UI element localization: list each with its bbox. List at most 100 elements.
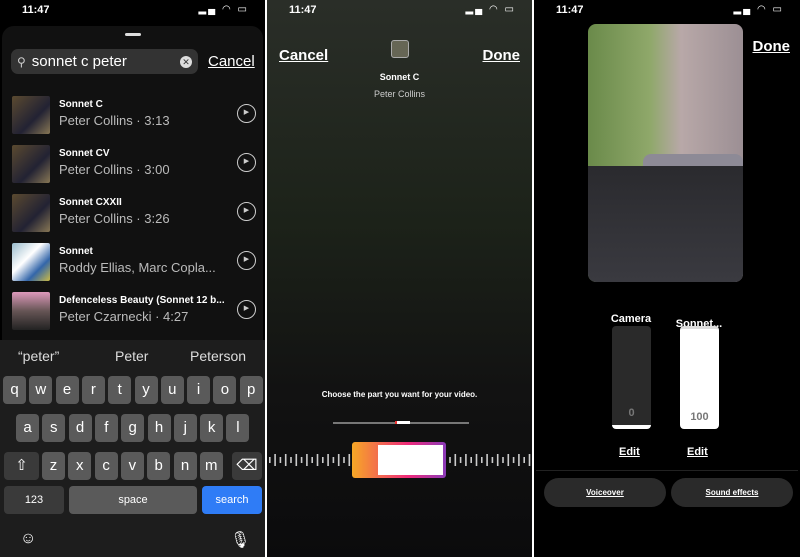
key-x[interactable]: x: [68, 452, 92, 480]
key-t[interactable]: t: [108, 376, 132, 404]
result-title: Defenceless Beauty (Sonnet 12 b...: [59, 295, 225, 306]
wave-bar: [327, 454, 329, 466]
status-icons: ▂▄ ◠ ▭: [733, 4, 784, 15]
wave-bar: [337, 454, 340, 466]
camera-volume-slider[interactable]: 0: [612, 326, 651, 429]
key-k[interactable]: k: [200, 414, 224, 442]
key-e[interactable]: e: [55, 376, 79, 404]
key-g[interactable]: g: [121, 414, 145, 442]
search-input[interactable]: ⚲ sonnet c peter ✕: [11, 49, 198, 74]
key-d[interactable]: d: [68, 414, 92, 442]
wave-bar: [306, 454, 308, 466]
search-result[interactable]: Sonnet CXXII Peter Collins · 3:26 ▶: [12, 194, 262, 234]
wave-bar: [465, 454, 467, 466]
wave-bar: [316, 454, 319, 466]
result-title: Sonnet CXXII: [59, 197, 122, 208]
play-icon[interactable]: ▶: [237, 153, 256, 172]
key-h[interactable]: h: [147, 414, 171, 442]
album-art: [12, 194, 50, 232]
voiceover-button[interactable]: Voiceover: [544, 478, 666, 507]
result-subtitle: Peter Czarnecki · 4:27: [59, 309, 189, 324]
play-icon[interactable]: ▶: [237, 104, 256, 123]
music-volume-slider[interactable]: 100: [680, 326, 719, 429]
keyboard: “peter” Peter Peterson qwertyuiop asdfghj…: [0, 340, 265, 557]
key-s[interactable]: s: [42, 414, 66, 442]
play-icon[interactable]: ▶: [237, 251, 256, 270]
done-button[interactable]: Done: [483, 47, 521, 64]
key-a[interactable]: a: [16, 414, 39, 442]
key-w[interactable]: w: [29, 376, 53, 404]
wave-bar: [343, 457, 345, 463]
key-y[interactable]: y: [134, 376, 158, 404]
album-art: [391, 40, 409, 58]
cancel-button[interactable]: Cancel: [279, 47, 328, 64]
wave-bar: [332, 457, 335, 463]
edit-camera-audio-button[interactable]: Edit: [619, 446, 640, 458]
position-indicator: [395, 421, 410, 424]
key-c[interactable]: c: [94, 452, 118, 480]
search-result[interactable]: Sonnet Roddy Ellias, Marc Copla... ▶: [12, 243, 262, 283]
divider: [536, 470, 798, 471]
song-artist: Peter Collins: [373, 89, 426, 99]
key-n[interactable]: n: [173, 452, 197, 480]
key-o[interactable]: o: [213, 376, 237, 404]
selection-handle[interactable]: [352, 442, 446, 478]
result-subtitle: Peter Collins · 3:00: [59, 162, 170, 177]
result-title: Sonnet: [59, 246, 93, 257]
backspace-key[interactable]: ⌫: [232, 452, 262, 480]
done-button[interactable]: Done: [753, 38, 791, 55]
microphone-icon[interactable]: 🎙: [230, 530, 250, 550]
search-result[interactable]: Sonnet C Peter Collins · 3:13 ▶: [12, 96, 262, 136]
key-u[interactable]: u: [160, 376, 184, 404]
wave-bar: [322, 457, 324, 463]
wave-bar: [518, 454, 520, 466]
song-position-bar[interactable]: [333, 421, 469, 424]
space-key[interactable]: space: [69, 486, 197, 514]
key-l[interactable]: l: [226, 414, 250, 442]
play-icon[interactable]: ▶: [237, 300, 256, 319]
key-f[interactable]: f: [94, 414, 118, 442]
wave-bar: [481, 457, 483, 463]
key-r[interactable]: r: [81, 376, 105, 404]
suggestion[interactable]: Peterson: [190, 348, 246, 364]
suggestion[interactable]: Peter: [115, 348, 148, 364]
trim-screen: 11:47 ▂▄ ◠ ▭ Cancel Done Sonnet C Peter …: [267, 0, 532, 557]
key-i[interactable]: i: [187, 376, 211, 404]
shift-key[interactable]: ⇧: [4, 452, 39, 480]
album-art: [12, 243, 50, 281]
key-m[interactable]: m: [199, 452, 223, 480]
search-key[interactable]: search: [202, 486, 262, 514]
search-result[interactable]: Sonnet CV Peter Collins · 3:00 ▶: [12, 145, 262, 185]
result-title: Sonnet C: [59, 99, 103, 110]
edit-music-button[interactable]: Edit: [687, 446, 708, 458]
key-b[interactable]: b: [147, 452, 171, 480]
key-q[interactable]: q: [3, 376, 26, 404]
suggestion[interactable]: “peter”: [18, 348, 59, 364]
wave-bar: [470, 457, 472, 463]
song-title: Sonnet C: [379, 72, 420, 82]
wave-bar: [502, 457, 504, 463]
wave-bar: [512, 457, 515, 463]
search-query[interactable]: sonnet c peter: [32, 53, 180, 70]
numbers-key[interactable]: 123: [4, 486, 64, 514]
wave-bar: [284, 454, 287, 466]
emoji-icon[interactable]: ☺: [20, 530, 36, 548]
status-icons: ▂▄ ◠ ▭: [198, 4, 249, 15]
search-result[interactable]: Defenceless Beauty (Sonnet 12 b... Peter…: [12, 292, 262, 332]
key-j[interactable]: j: [173, 414, 197, 442]
wave-bar: [523, 457, 525, 463]
album-art: [12, 145, 50, 183]
status-icons: ▂▄ ◠ ▭: [465, 4, 516, 15]
sound-effects-button[interactable]: Sound effects: [671, 478, 793, 507]
key-v[interactable]: v: [120, 452, 144, 480]
cancel-button[interactable]: Cancel: [208, 53, 255, 70]
result-subtitle: Peter Collins · 3:13: [59, 113, 170, 128]
play-icon[interactable]: ▶: [237, 202, 256, 221]
key-z[interactable]: z: [42, 452, 65, 480]
key-p[interactable]: p: [239, 376, 263, 404]
sheet-grabber[interactable]: [124, 33, 141, 36]
wave-bar: [507, 454, 510, 466]
instruction-text: Choose the part you want for your video.: [321, 390, 478, 399]
clear-icon[interactable]: ✕: [180, 55, 192, 68]
wave-bar: [348, 454, 351, 466]
